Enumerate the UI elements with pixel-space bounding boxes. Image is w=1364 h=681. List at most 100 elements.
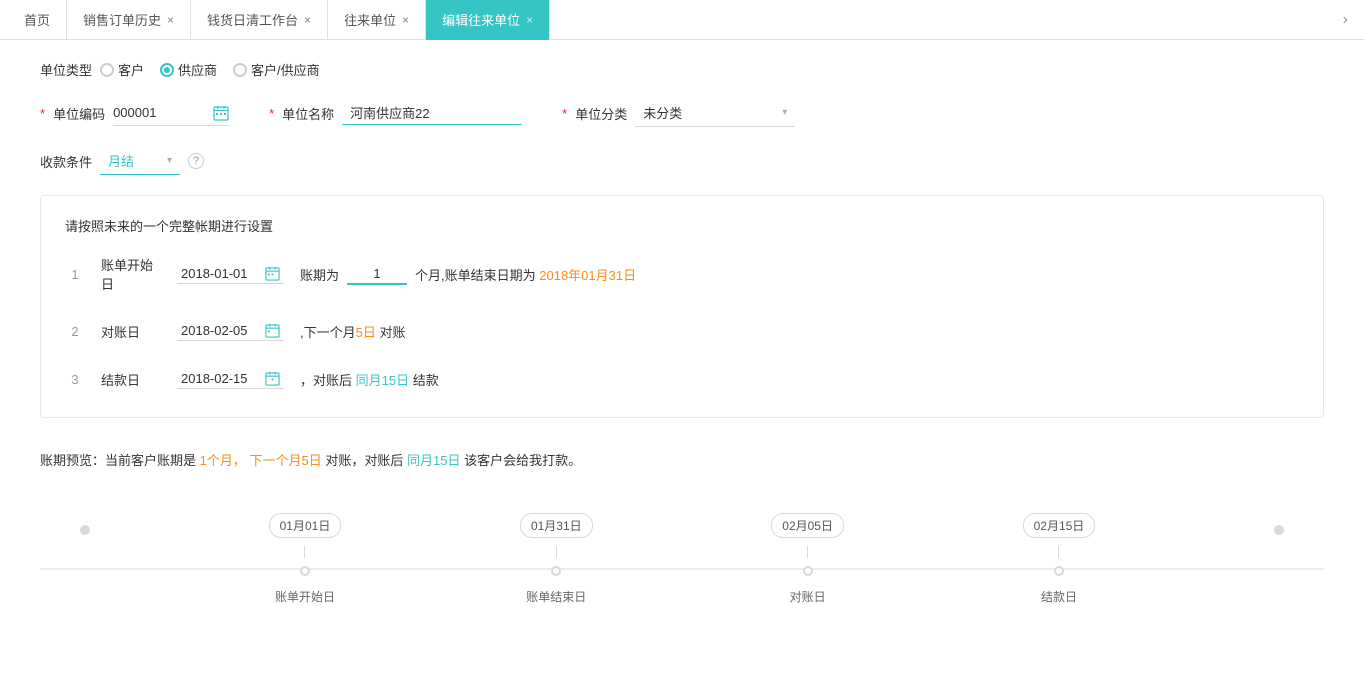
timeline-dot-3 [803,566,813,576]
timeline-chip-4: 02月15日 [1023,513,1096,538]
period-date-input-3[interactable] [181,371,261,386]
timeline-node-4: 02月15日 结款日 [1023,513,1096,605]
tab-edit-unit-label: 编辑往来单位 [442,10,520,29]
period-highlight-2: 5日 [356,325,376,340]
period-desc-3: ，对账后 同月15日 结款 [300,370,439,389]
period-cal-icon-1[interactable] [265,266,280,281]
unit-class-arrow-icon: ▾ [782,107,787,118]
period-settings-box: 请按照未来的一个完整帐期进行设置 1 账单开始日 [40,195,1324,418]
tab-sales-label: 销售订单历史 [83,10,161,29]
unit-class-value: 未分类 [643,103,778,122]
unit-type-label: 单位类型 [40,60,92,79]
tab-cash-work[interactable]: 钱货日清工作台 × [191,0,328,40]
unit-info-row: * 单位编码 * 单位名 [40,99,1324,127]
unit-code-group: * 单位编码 [40,101,229,126]
period-row-1: 1 账单开始日 账期为 [65,255,1299,293]
preview-part5: 该客户会给我打款。 [464,453,581,468]
radio-supplier-circle [160,63,174,77]
preview-part2: 下一个月5日 [250,453,322,468]
timeline-chip-1: 01月01日 [269,513,342,538]
unit-class-group: * 单位分类 未分类 ▾ [562,99,795,127]
unit-code-calendar-icon[interactable] [213,105,229,121]
radio-supplier-label: 供应商 [178,60,217,79]
period-date-input-1[interactable] [181,266,261,281]
unit-code-input[interactable] [113,105,213,120]
timeline-label-3: 对账日 [790,588,826,605]
unit-code-required: * [40,106,45,121]
period-label-2: 对账日 [101,322,161,341]
payment-help-icon[interactable]: ? [188,153,204,169]
period-cal-icon-2[interactable] [265,323,280,338]
period-month-group: 账期为 个月,账单结束日期为 2018年01月31日 [300,264,636,285]
preview-part3: 对账，对账后 [325,453,403,468]
preview-section: 账期预览：当前客户账期是 1个月， 下一个月5日 对账，对账后 同月15日 该客… [40,434,1324,661]
unit-class-select[interactable]: 未分类 ▾ [635,99,795,127]
unit-name-required: * [269,106,274,121]
period-date-1 [177,264,284,284]
period-label-1: 账单开始日 [101,255,161,293]
tab-edit-unit-close-icon[interactable]: × [526,13,533,27]
tab-scroll-arrow[interactable]: › [1335,11,1356,29]
payment-value: 月结 [108,151,163,170]
period-row-2: 2 对账日 ,下一个月5日 对账 [65,321,1299,341]
timeline-connector-1 [304,546,305,558]
main-content: 单位类型 客户 供应商 客户/供应商 * 单位编码 [0,40,1364,681]
unit-code-input-wrap [113,101,229,126]
period-date-input-2[interactable] [181,323,261,338]
timeline-label-4: 结款日 [1041,588,1077,605]
period-row-3: 3 结款日 ，对账后 同月15日 结款 [65,369,1299,389]
timeline-chip-3: 02月05日 [771,513,844,538]
timeline-node-3: 02月05日 对账日 [771,513,844,605]
timeline-nodes: 01月01日 账单开始日 01月31日 账单结束日 02月05日 [80,513,1284,605]
period-box-title: 请按照未来的一个完整帐期进行设置 [65,216,1299,235]
timeline-label-2: 账单结束日 [526,588,586,605]
period-date-2 [177,321,284,341]
tab-edit-unit[interactable]: 编辑往来单位 × [426,0,550,40]
timeline-start-dot [80,525,90,535]
period-num-3: 3 [65,372,85,387]
tab-home[interactable]: 首页 [8,0,67,40]
tab-unit-list[interactable]: 往来单位 × [328,0,426,40]
tab-cash-close-icon[interactable]: × [304,13,311,27]
unit-type-row: 单位类型 客户 供应商 客户/供应商 [40,60,1324,79]
period-cal-icon-3[interactable] [265,371,280,386]
unit-code-label: 单位编码 [53,104,105,123]
payment-label: 收款条件 [40,152,92,171]
timeline-dot-2 [551,566,561,576]
payment-group: 收款条件 月结 ▾ ? [40,147,204,175]
tab-bar: 首页 销售订单历史 × 钱货日清工作台 × 往来单位 × 编辑往来单位 × › [0,0,1364,40]
timeline-dot-4 [1054,566,1064,576]
unit-name-label: 单位名称 [282,104,334,123]
timeline: 01月01日 账单开始日 01月31日 账单结束日 02月05日 [40,493,1324,645]
period-end-date: 2018年01月31日 [539,268,636,283]
preview-text: 账期预览：当前客户账期是 1个月， 下一个月5日 对账，对账后 同月15日 该客… [40,450,1324,469]
timeline-dot-1 [300,566,310,576]
tab-cash-label: 钱货日清工作台 [207,10,298,29]
period-month-input[interactable] [347,264,407,285]
timeline-chip-2: 01月31日 [520,513,593,538]
radio-cs-label: 客户/供应商 [251,60,320,79]
period-desc-2: ,下一个月5日 对账 [300,322,405,341]
timeline-connector-3 [807,546,808,558]
unit-name-group: * 单位名称 [269,101,522,125]
radio-customer-label: 客户 [118,60,144,79]
timeline-connector-2 [556,546,557,558]
period-num-1: 1 [65,267,85,282]
period-num-2: 2 [65,324,85,339]
period-date-3 [177,369,284,389]
tab-unit-list-close-icon[interactable]: × [402,13,409,27]
payment-row: 收款条件 月结 ▾ ? [40,147,1324,175]
timeline-node-1: 01月01日 账单开始日 [269,513,342,605]
period-label-3: 结款日 [101,370,161,389]
tab-sales-history[interactable]: 销售订单历史 × [67,0,191,40]
unit-name-input[interactable] [342,101,522,125]
timeline-connector-4 [1058,546,1059,558]
unit-type-group: 单位类型 客户 供应商 客户/供应商 [40,60,320,79]
tab-unit-list-label: 往来单位 [344,10,396,29]
payment-select[interactable]: 月结 ▾ [100,147,180,175]
radio-customer[interactable]: 客户 [100,60,144,79]
tab-sales-close-icon[interactable]: × [167,13,174,27]
period-desc-prefix-1: 账期为 [300,265,339,284]
radio-customer-supplier[interactable]: 客户/供应商 [233,60,320,79]
radio-supplier[interactable]: 供应商 [160,60,217,79]
